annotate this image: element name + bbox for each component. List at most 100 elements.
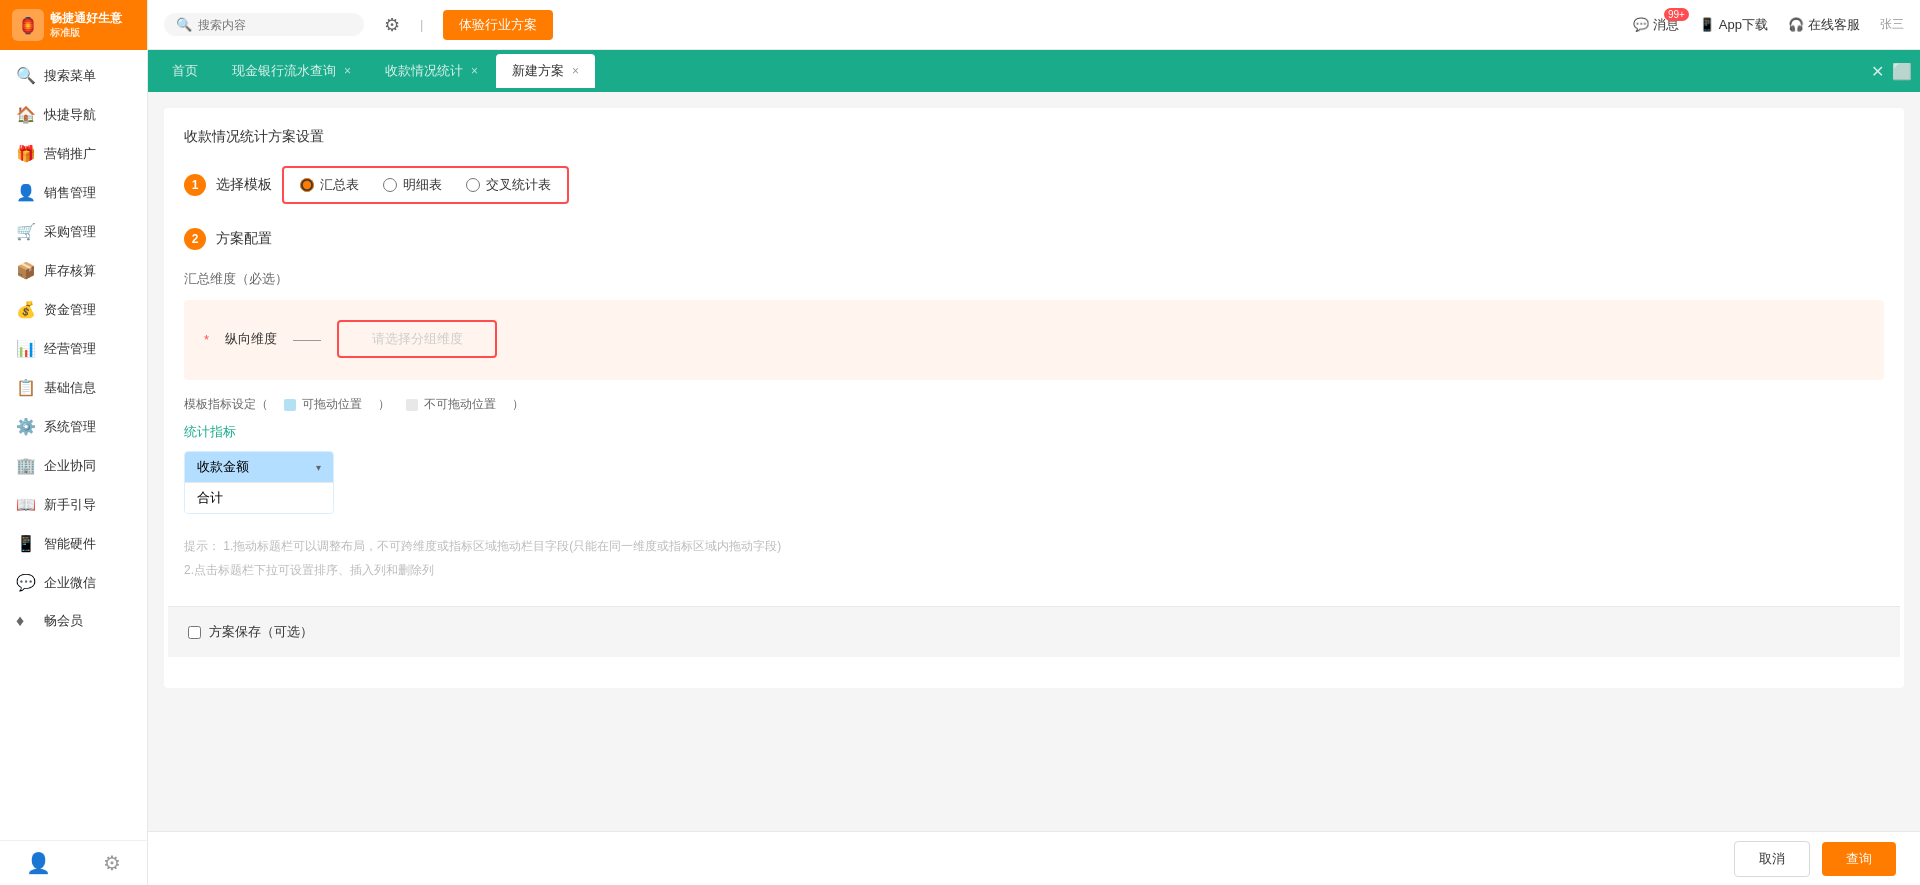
notification-btn[interactable]: 💬 消息 99+ xyxy=(1633,16,1679,34)
fixed-color-dot xyxy=(406,399,418,411)
tabbar: 首页 现金银行流水查询 × 收款情况统计 × 新建方案 × ✕ ⬜ xyxy=(148,50,1920,92)
save-label: 方案保存（可选） xyxy=(209,623,313,641)
draggable-color-dot xyxy=(284,399,296,411)
chart-icon: 📊 xyxy=(16,339,34,358)
tab-newplan[interactable]: 新建方案 × xyxy=(496,54,595,88)
query-button[interactable]: 查询 xyxy=(1822,842,1896,876)
book-icon: 📖 xyxy=(16,495,34,514)
topbar-search-box: 🔍 xyxy=(164,13,364,36)
content-card: 收款情况统计方案设置 1 选择模板 汇总表 明细表 xyxy=(164,108,1904,688)
topbar: 🔍 ⚙ | 体验行业方案 💬 消息 99+ 📱 App下载 🎧 在线客服 张三 xyxy=(148,0,1920,50)
metrics-label: 统计指标 xyxy=(184,423,1884,441)
search-icon: 🔍 xyxy=(176,17,192,32)
hints-section: 提示： 1.拖动标题栏可以调整布局，不可跨维度或指标区域拖动栏目字段(只能在同一… xyxy=(184,534,1884,582)
search-input[interactable] xyxy=(198,18,338,32)
save-checkbox[interactable] xyxy=(188,626,201,639)
sidebar-item-sales[interactable]: 👤 销售管理 xyxy=(0,173,147,212)
dimension-area: * 纵向维度 —— 请选择分组维度 xyxy=(184,300,1884,380)
metrics-data-row: 合计 xyxy=(185,482,333,513)
maximize-btn[interactable]: ⬜ xyxy=(1892,62,1912,81)
required-mark: * xyxy=(204,332,209,347)
close-window-btn[interactable]: ✕ xyxy=(1871,62,1884,81)
page-title: 收款情况统计方案设置 xyxy=(184,128,1884,146)
settings-icon[interactable]: ⚙ xyxy=(384,14,400,36)
arrow: —— xyxy=(293,331,321,347)
step2-section: 2 方案配置 汇总维度（必选） * 纵向维度 —— 请选择分组维度 xyxy=(184,228,1884,582)
username-display: 张三 xyxy=(1880,16,1904,33)
cancel-button[interactable]: 取消 xyxy=(1734,841,1810,877)
metrics-section: 模板指标设定（ 可拖动位置 ） 不可拖动位置 ） xyxy=(184,396,1884,514)
sidebar-item-operations[interactable]: 📊 经营管理 xyxy=(0,329,147,368)
download-icon: 📱 xyxy=(1699,17,1715,32)
main-area: 🔍 ⚙ | 体验行业方案 💬 消息 99+ 📱 App下载 🎧 在线客服 张三 xyxy=(148,0,1920,885)
phone-icon: 📱 xyxy=(16,534,34,553)
sidebar-item-inventory[interactable]: 📦 库存核算 xyxy=(0,251,147,290)
sidebar-item-smarthw[interactable]: 📱 智能硬件 xyxy=(0,524,147,563)
metrics-legend: 模板指标设定（ 可拖动位置 ） 不可拖动位置 ） xyxy=(184,396,1884,413)
sidebar-item-enterprise[interactable]: 🏢 企业协同 xyxy=(0,446,147,485)
dimension-row: * 纵向维度 —— 请选择分组维度 xyxy=(204,320,1864,358)
sidebar-item-purchase[interactable]: 🛒 采购管理 xyxy=(0,212,147,251)
sidebar-item-marketing[interactable]: 🎁 营销推广 xyxy=(0,134,147,173)
sidebar-item-wechat[interactable]: 💬 企业微信 xyxy=(0,563,147,602)
sidebar-bottom: 👤 ⚙ xyxy=(0,840,147,885)
radio-cross-input[interactable] xyxy=(466,178,480,192)
service-btn[interactable]: 🎧 在线客服 xyxy=(1788,16,1860,34)
tab-collection[interactable]: 收款情况统计 × xyxy=(369,54,494,88)
save-row: 方案保存（可选） xyxy=(168,606,1900,657)
search-menu-icon: 🔍 xyxy=(16,66,34,85)
vertical-label: 纵向维度 xyxy=(225,330,277,348)
dimension-select-btn[interactable]: 请选择分组维度 xyxy=(337,320,497,358)
sidebar-item-search[interactable]: 🔍 搜索菜单 xyxy=(0,56,147,95)
logo-icon: 🏮 xyxy=(12,9,44,41)
radio-cross[interactable]: 交叉统计表 xyxy=(466,176,551,194)
topbar-right: 💬 消息 99+ 📱 App下载 🎧 在线客服 张三 xyxy=(1633,16,1904,34)
radio-summary-input[interactable] xyxy=(300,178,314,192)
tab-cashflow[interactable]: 现金银行流水查询 × xyxy=(216,54,367,88)
user-icon: 👤 xyxy=(16,183,34,202)
radio-detail-input[interactable] xyxy=(383,178,397,192)
radio-detail[interactable]: 明细表 xyxy=(383,176,442,194)
money-icon: 💰 xyxy=(16,300,34,319)
gear-icon: ⚙️ xyxy=(16,417,34,436)
sidebar-item-finance[interactable]: 💰 资金管理 xyxy=(0,290,147,329)
chat-icon: 💬 xyxy=(16,573,34,592)
trial-button[interactable]: 体验行业方案 xyxy=(443,10,553,40)
message-icon: 💬 xyxy=(1633,17,1649,32)
sidebar-item-member[interactable]: ♦ 畅会员 xyxy=(0,602,147,640)
cart-icon: 🛒 xyxy=(16,222,34,241)
sidebar-item-system[interactable]: ⚙️ 系统管理 xyxy=(0,407,147,446)
logo-symbol: 🏮 xyxy=(18,16,38,35)
sidebar-logo: 🏮 畅捷通好生意 标准版 xyxy=(0,0,147,50)
radio-summary[interactable]: 汇总表 xyxy=(300,176,359,194)
hint-row-2: 2.点击标题栏下拉可设置排序、插入列和删除列 xyxy=(184,558,1884,582)
sidebar: 🏮 畅捷通好生意 标准版 🔍 搜索菜单 🏠 快捷导航 🎁 营销推广 👤 销售管理… xyxy=(0,0,148,885)
download-btn[interactable]: 📱 App下载 xyxy=(1699,16,1768,34)
diamond-icon: ♦ xyxy=(16,612,34,630)
sidebar-item-basicinfo[interactable]: 📋 基础信息 xyxy=(0,368,147,407)
metrics-header-row[interactable]: 收款金额 ▾ xyxy=(185,452,333,482)
logo-text: 畅捷通好生意 标准版 xyxy=(50,11,122,40)
sidebar-item-quicknav[interactable]: 🏠 快捷导航 xyxy=(0,95,147,134)
sidebar-item-guide[interactable]: 📖 新手引导 xyxy=(0,485,147,524)
tab-cashflow-close[interactable]: × xyxy=(344,64,351,78)
step1-title: 选择模板 xyxy=(216,176,272,194)
gift-icon: 🎁 xyxy=(16,144,34,163)
sidebar-avatar[interactable]: 👤 xyxy=(26,851,51,875)
clipboard-icon: 📋 xyxy=(16,378,34,397)
step2-title: 方案配置 xyxy=(216,230,272,248)
metrics-table: 收款金额 ▾ 合计 xyxy=(184,451,334,514)
step2-badge: 2 xyxy=(184,228,206,250)
config-section: 汇总维度（必选） * 纵向维度 —— 请选择分组维度 xyxy=(184,270,1884,582)
tab-home[interactable]: 首页 xyxy=(156,54,214,88)
footer-bar: 取消 查询 xyxy=(148,831,1920,885)
tab-newplan-close[interactable]: × xyxy=(572,64,579,78)
box-icon: 📦 xyxy=(16,261,34,280)
step1-section: 1 选择模板 汇总表 明细表 交叉统计表 xyxy=(184,166,1884,204)
tab-collection-close[interactable]: × xyxy=(471,64,478,78)
headset-icon: 🎧 xyxy=(1788,17,1804,32)
sidebar-settings[interactable]: ⚙ xyxy=(103,851,121,875)
legend-draggable: 可拖动位置 xyxy=(284,396,362,413)
tabbar-actions: ✕ ⬜ xyxy=(1871,62,1912,81)
building-icon: 🏢 xyxy=(16,456,34,475)
